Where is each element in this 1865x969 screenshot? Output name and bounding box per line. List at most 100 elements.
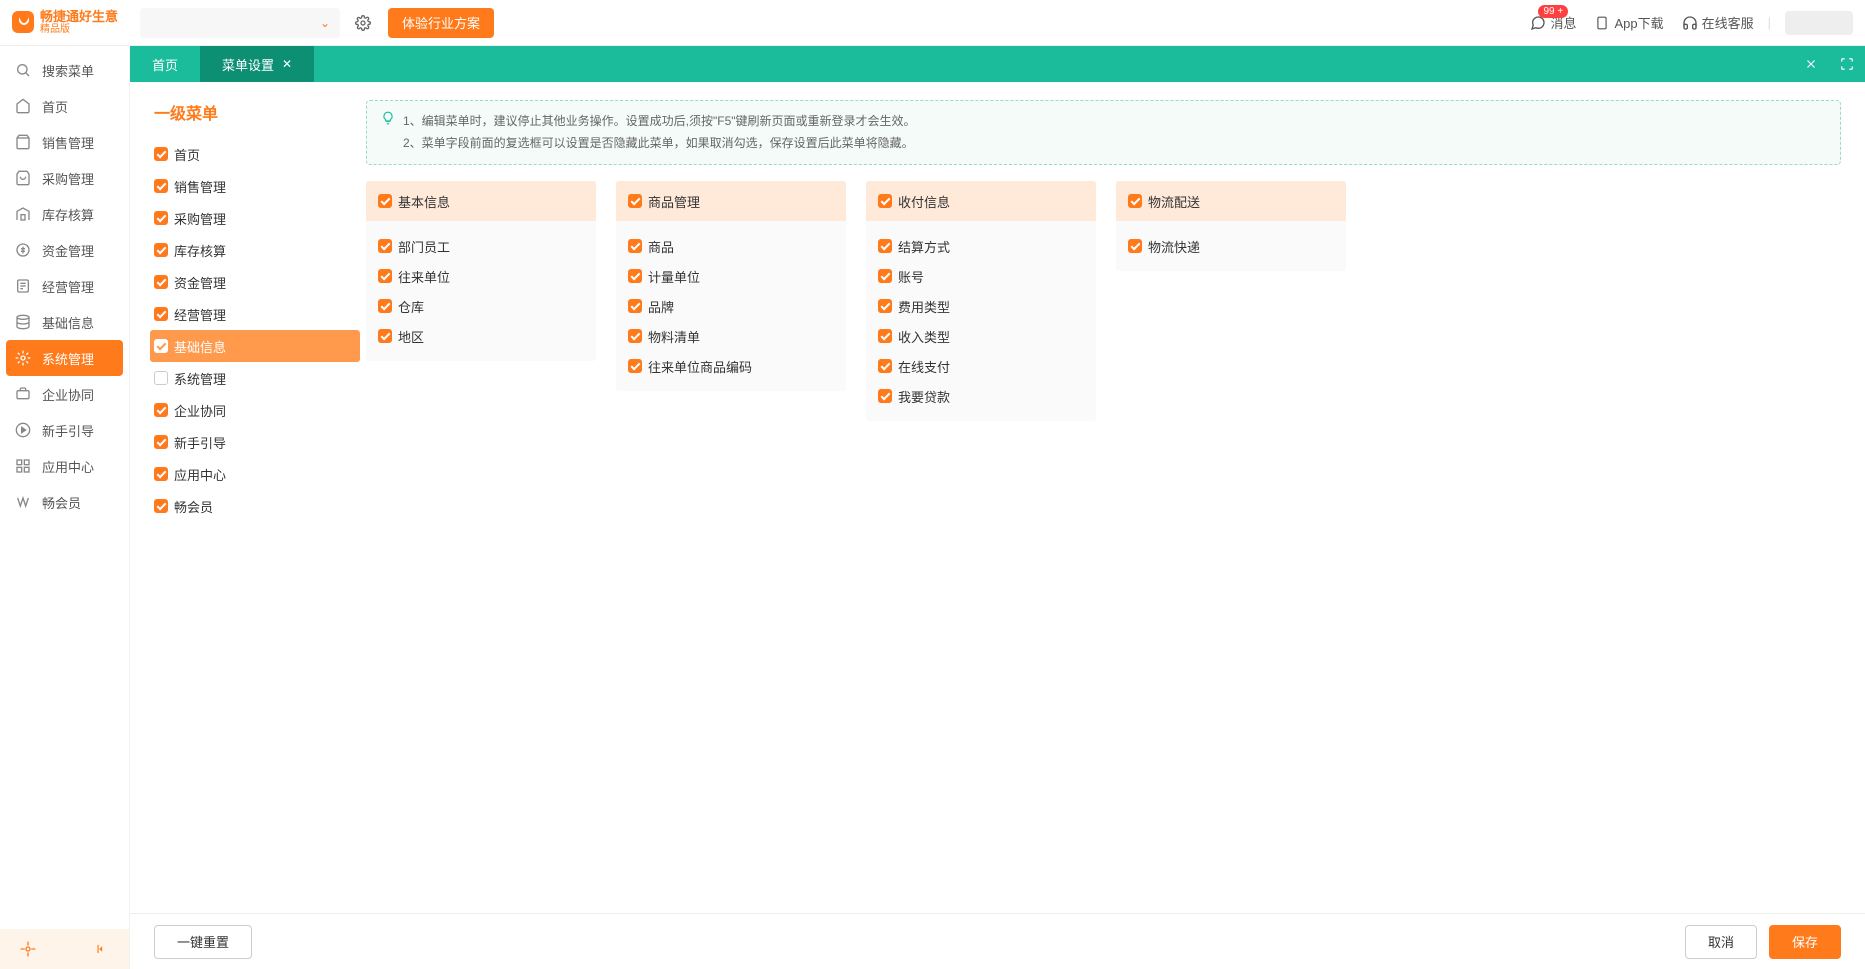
sidebar-item-label: 经营管理 xyxy=(42,277,94,296)
messages-link[interactable]: 99 + 消息 xyxy=(1530,13,1576,32)
primary-menu-item-9[interactable]: 新手引导 xyxy=(150,426,360,458)
sidebar-item-2[interactable]: 销售管理 xyxy=(0,124,129,160)
checkbox[interactable] xyxy=(878,194,892,208)
checkbox[interactable] xyxy=(878,239,892,253)
promo-button[interactable]: 体验行业方案 xyxy=(388,8,494,38)
checkbox[interactable] xyxy=(628,194,642,208)
sidebar-item-6[interactable]: 经营管理 xyxy=(0,268,129,304)
primary-menu-item-3[interactable]: 库存核算 xyxy=(150,234,360,266)
card-header[interactable]: 收付信息 xyxy=(866,181,1096,221)
checkbox[interactable] xyxy=(878,389,892,403)
sidebar-item-10[interactable]: 新手引导 xyxy=(0,412,129,448)
menu-sub-item[interactable]: 地区 xyxy=(378,321,584,351)
menu-sub-item[interactable]: 在线支付 xyxy=(878,351,1084,381)
sidebar-item-0[interactable]: 搜索菜单 xyxy=(0,52,129,88)
sidebar-item-12[interactable]: 畅会员 xyxy=(0,484,129,520)
menu-sub-item[interactable]: 物流快递 xyxy=(1128,231,1334,261)
checkbox[interactable] xyxy=(154,467,168,481)
checkbox[interactable] xyxy=(154,435,168,449)
checkbox[interactable] xyxy=(628,239,642,253)
menu-sub-item[interactable]: 品牌 xyxy=(628,291,834,321)
sidebar-item-5[interactable]: 资金管理 xyxy=(0,232,129,268)
primary-menu-item-6[interactable]: 基础信息 xyxy=(150,330,360,362)
cancel-button[interactable]: 取消 xyxy=(1685,925,1757,959)
primary-menu-item-1[interactable]: 销售管理 xyxy=(150,170,360,202)
collapse-icon[interactable] xyxy=(93,942,109,956)
checkbox[interactable] xyxy=(878,269,892,283)
checkbox[interactable] xyxy=(154,339,168,353)
org-selector[interactable]: ⌄ xyxy=(140,8,340,38)
checkbox[interactable] xyxy=(154,211,168,225)
menu-item-label: 资金管理 xyxy=(174,273,226,292)
checkbox[interactable] xyxy=(878,359,892,373)
primary-menu-item-7[interactable]: 系统管理 xyxy=(150,362,360,394)
menu-sub-item[interactable]: 我要贷款 xyxy=(878,381,1084,411)
menu-sub-item[interactable]: 物料清单 xyxy=(628,321,834,351)
primary-menu-item-2[interactable]: 采购管理 xyxy=(150,202,360,234)
primary-menu-item-0[interactable]: 首页 xyxy=(150,138,360,170)
menu-sub-item[interactable]: 费用类型 xyxy=(878,291,1084,321)
app-download-link[interactable]: App下载 xyxy=(1594,13,1663,32)
menu-card-2: 收付信息结算方式账号费用类型收入类型在线支付我要贷款 xyxy=(866,181,1096,421)
card-header[interactable]: 商品管理 xyxy=(616,181,846,221)
close-all-tabs-button[interactable] xyxy=(1793,46,1829,82)
card-header[interactable]: 物流配送 xyxy=(1116,181,1346,221)
primary-menu-item-11[interactable]: 畅会员 xyxy=(150,490,360,522)
user-avatar[interactable] xyxy=(1785,11,1853,35)
primary-menu-item-5[interactable]: 经营管理 xyxy=(150,298,360,330)
sidebar-item-3[interactable]: 采购管理 xyxy=(0,160,129,196)
primary-menu-item-10[interactable]: 应用中心 xyxy=(150,458,360,490)
menu-sub-item[interactable]: 部门员工 xyxy=(378,231,584,261)
checkbox[interactable] xyxy=(628,269,642,283)
sidebar-item-4[interactable]: 库存核算 xyxy=(0,196,129,232)
menu-sub-item[interactable]: 计量单位 xyxy=(628,261,834,291)
checkbox[interactable] xyxy=(378,239,392,253)
sidebar-item-8[interactable]: 系统管理 xyxy=(6,340,123,376)
menu-sub-item[interactable]: 仓库 xyxy=(378,291,584,321)
sidebar-item-label: 库存核算 xyxy=(42,205,94,224)
sidebar-item-11[interactable]: 应用中心 xyxy=(0,448,129,484)
settings-icon[interactable] xyxy=(20,941,36,957)
tab-1[interactable]: 菜单设置 ✕ xyxy=(200,46,314,82)
settings-button[interactable] xyxy=(348,8,378,38)
card-header[interactable]: 基本信息 xyxy=(366,181,596,221)
menu-sub-item[interactable]: 往来单位 xyxy=(378,261,584,291)
checkbox[interactable] xyxy=(154,499,168,513)
sidebar-item-9[interactable]: 企业协同 xyxy=(0,376,129,412)
menu-sub-item[interactable]: 结算方式 xyxy=(878,231,1084,261)
checkbox[interactable] xyxy=(378,299,392,313)
save-button[interactable]: 保存 xyxy=(1769,925,1841,959)
menu-sub-item[interactable]: 往来单位商品编码 xyxy=(628,351,834,381)
menu-sub-item[interactable]: 收入类型 xyxy=(878,321,1084,351)
checkbox[interactable] xyxy=(1128,239,1142,253)
menu-sub-item[interactable]: 商品 xyxy=(628,231,834,261)
checkbox[interactable] xyxy=(154,371,168,385)
checkbox[interactable] xyxy=(154,403,168,417)
tab-close-icon[interactable]: ✕ xyxy=(282,57,292,71)
checkbox[interactable] xyxy=(154,243,168,257)
primary-menu-item-8[interactable]: 企业协同 xyxy=(150,394,360,426)
checkbox[interactable] xyxy=(628,299,642,313)
checkbox[interactable] xyxy=(378,329,392,343)
checkbox[interactable] xyxy=(878,329,892,343)
fullscreen-button[interactable] xyxy=(1829,46,1865,82)
checkbox[interactable] xyxy=(378,194,392,208)
checkbox[interactable] xyxy=(878,299,892,313)
checkbox[interactable] xyxy=(628,329,642,343)
checkbox[interactable] xyxy=(154,179,168,193)
sidebar-item-1[interactable]: 首页 xyxy=(0,88,129,124)
checkbox[interactable] xyxy=(154,275,168,289)
sidebar-item-7[interactable]: 基础信息 xyxy=(0,304,129,340)
primary-menu-item-4[interactable]: 资金管理 xyxy=(150,266,360,298)
tab-label: 菜单设置 xyxy=(222,55,274,74)
checkbox[interactable] xyxy=(1128,194,1142,208)
headset-icon xyxy=(1682,15,1698,31)
support-link[interactable]: 在线客服 xyxy=(1682,13,1754,32)
tab-0[interactable]: 首页 xyxy=(130,46,200,82)
checkbox[interactable] xyxy=(154,307,168,321)
reset-button[interactable]: 一键重置 xyxy=(154,925,252,959)
checkbox[interactable] xyxy=(154,147,168,161)
checkbox[interactable] xyxy=(378,269,392,283)
menu-sub-item[interactable]: 账号 xyxy=(878,261,1084,291)
checkbox[interactable] xyxy=(628,359,642,373)
